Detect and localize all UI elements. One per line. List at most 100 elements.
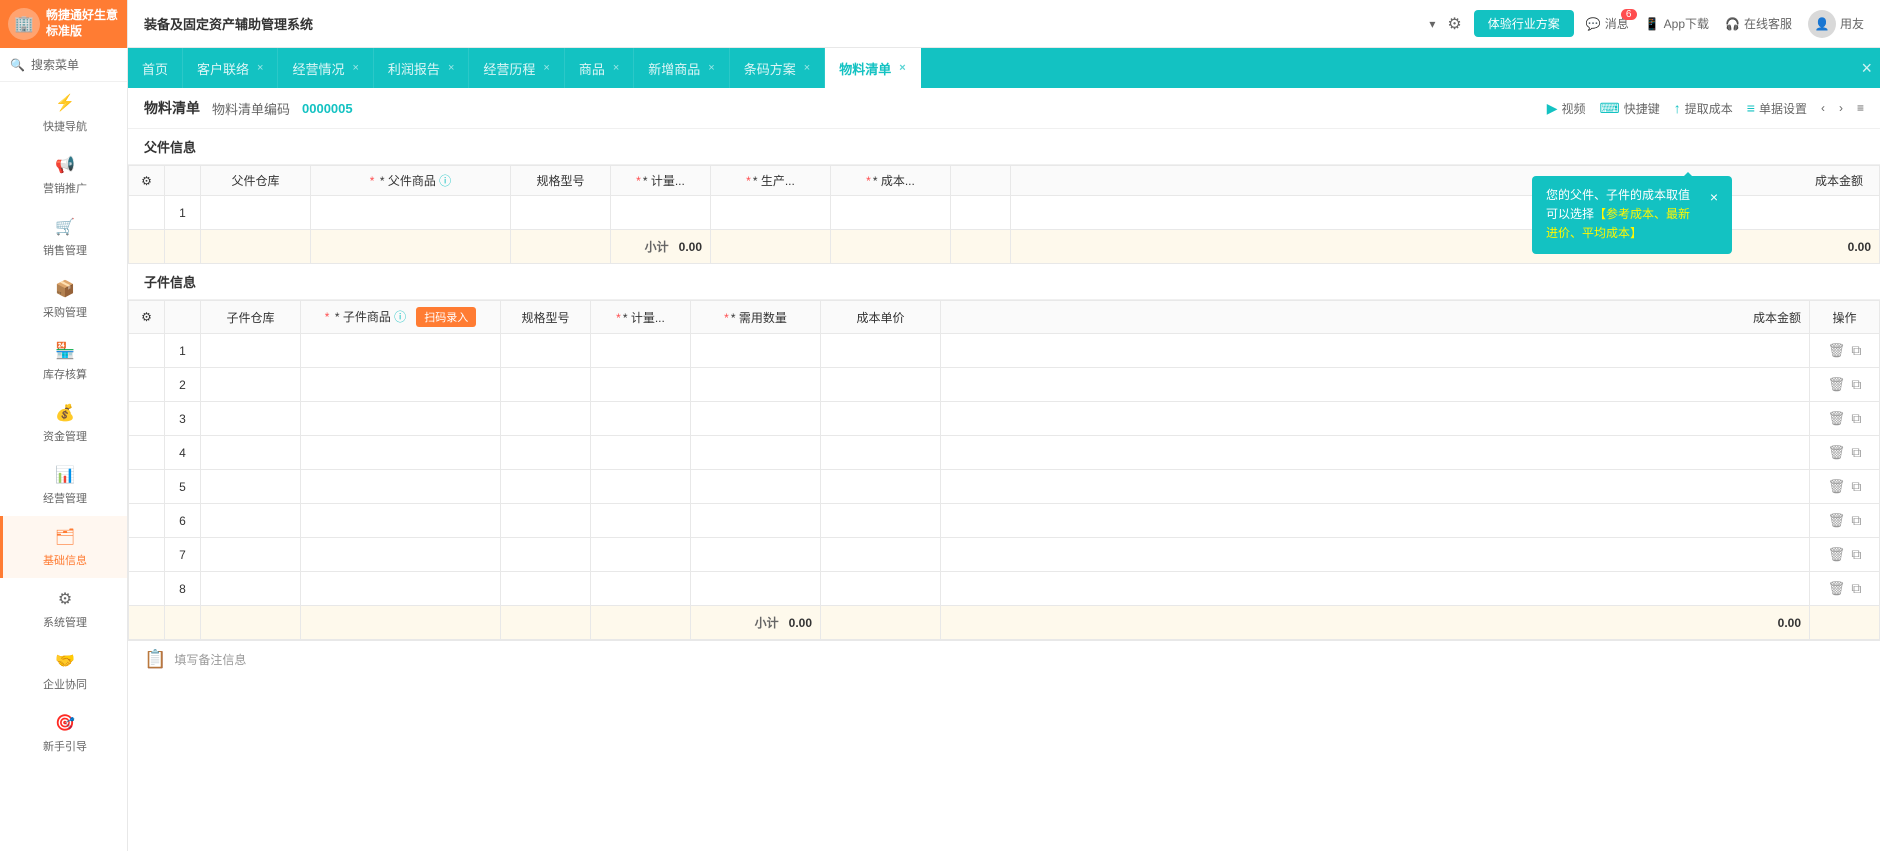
child-row-qty[interactable] xyxy=(691,368,821,402)
child-row-unit[interactable] xyxy=(591,402,691,436)
copy-icon[interactable]: ⧉ xyxy=(1851,410,1861,427)
child-row-unit-cost[interactable] xyxy=(821,504,941,538)
child-row-qty[interactable] xyxy=(691,436,821,470)
online-service-button[interactable]: 🎧 在线客服 xyxy=(1725,15,1792,32)
tab-history[interactable]: 经营历程 × xyxy=(469,48,564,88)
child-row-goods[interactable] xyxy=(301,334,501,368)
sidebar-item-enterprise[interactable]: 🤝 企业协同 xyxy=(0,640,127,702)
video-action[interactable]: ▶ 视频 xyxy=(1547,100,1586,117)
copy-icon[interactable]: ⧉ xyxy=(1851,342,1861,359)
child-row-unit-cost[interactable] xyxy=(821,334,941,368)
child-row-unit[interactable] xyxy=(591,572,691,606)
message-button[interactable]: 💬 消息 6 xyxy=(1586,15,1629,32)
tab-home[interactable]: 首页 xyxy=(128,48,183,88)
child-row-spec[interactable] xyxy=(501,368,591,402)
child-row-qty[interactable] xyxy=(691,572,821,606)
sidebar-item-sales[interactable]: 🛒 销售管理 xyxy=(0,206,127,268)
scan-input-button[interactable]: 扫码录入 xyxy=(416,307,476,327)
child-row-unit-cost[interactable] xyxy=(821,402,941,436)
delete-icon[interactable]: 🗑 xyxy=(1828,546,1846,563)
child-row-goods[interactable] xyxy=(301,504,501,538)
copy-icon[interactable]: ⧉ xyxy=(1851,546,1861,563)
child-row-unit[interactable] xyxy=(591,538,691,572)
child-row-unit-cost[interactable] xyxy=(821,538,941,572)
tab-customer-close[interactable]: × xyxy=(257,62,263,74)
parent-row-goods[interactable] xyxy=(311,196,511,230)
nav-prev-button[interactable]: ‹ xyxy=(1821,101,1825,115)
child-row-warehouse[interactable] xyxy=(201,402,301,436)
parent-row-spec[interactable] xyxy=(511,196,611,230)
tab-operations-close[interactable]: × xyxy=(352,62,358,74)
child-row-warehouse[interactable] xyxy=(201,368,301,402)
child-row-goods[interactable] xyxy=(301,402,501,436)
child-row-goods[interactable] xyxy=(301,368,501,402)
sidebar-search[interactable]: 🔍 搜索菜单 xyxy=(0,48,127,82)
extract-cost-action[interactable]: ↑ 提取成本 xyxy=(1674,100,1733,117)
child-row-spec[interactable] xyxy=(501,538,591,572)
child-row-warehouse[interactable] xyxy=(201,572,301,606)
child-row-unit[interactable] xyxy=(591,470,691,504)
child-row-unit-cost[interactable] xyxy=(821,436,941,470)
child-row-goods[interactable] xyxy=(301,572,501,606)
shortcut-action[interactable]: ⌨ 快捷键 xyxy=(1600,100,1660,117)
child-row-spec[interactable] xyxy=(501,572,591,606)
child-row-unit-cost[interactable] xyxy=(821,470,941,504)
copy-icon[interactable]: ⧉ xyxy=(1851,376,1861,393)
delete-icon[interactable]: 🗑 xyxy=(1828,580,1846,597)
close-all-tabs-button[interactable]: × xyxy=(1861,58,1872,78)
single-settings-action[interactable]: ≡ 单据设置 xyxy=(1747,100,1807,117)
delete-icon[interactable]: 🗑 xyxy=(1828,512,1846,529)
child-row-spec[interactable] xyxy=(501,334,591,368)
sidebar-item-operations[interactable]: 📊 经营管理 xyxy=(0,454,127,516)
child-row-spec[interactable] xyxy=(501,436,591,470)
trial-button[interactable]: 体验行业方案 xyxy=(1474,10,1574,37)
child-row-goods[interactable] xyxy=(301,538,501,572)
sidebar-item-marketing[interactable]: 📢 营销推广 xyxy=(0,144,127,206)
parent-row-warehouse[interactable] xyxy=(201,196,311,230)
delete-icon[interactable]: 🗑 xyxy=(1828,342,1846,359)
child-row-unit[interactable] xyxy=(591,334,691,368)
tab-goods[interactable]: 商品 × xyxy=(565,48,634,88)
child-row-goods[interactable] xyxy=(301,436,501,470)
delete-icon[interactable]: 🗑 xyxy=(1828,410,1846,427)
tab-bom[interactable]: 物料清单 × xyxy=(825,48,920,88)
child-row-qty[interactable] xyxy=(691,470,821,504)
tab-history-close[interactable]: × xyxy=(543,62,549,74)
child-row-unit[interactable] xyxy=(591,436,691,470)
tab-operations[interactable]: 经营情况 × xyxy=(278,48,373,88)
copy-icon[interactable]: ⧉ xyxy=(1851,580,1861,597)
nav-next-button[interactable]: › xyxy=(1839,101,1843,115)
sidebar-item-guide[interactable]: 🎯 新手引导 xyxy=(0,702,127,764)
sidebar-item-inventory[interactable]: 🏪 库存核算 xyxy=(0,330,127,392)
delete-icon[interactable]: 🗑 xyxy=(1828,444,1846,461)
tab-new-goods-close[interactable]: × xyxy=(708,62,714,74)
tooltip-close-button[interactable]: × xyxy=(1710,186,1718,208)
child-row-unit[interactable] xyxy=(591,368,691,402)
sidebar-item-finance[interactable]: 💰 资金管理 xyxy=(0,392,127,454)
copy-icon[interactable]: ⧉ xyxy=(1851,512,1861,529)
child-row-warehouse[interactable] xyxy=(201,436,301,470)
delete-icon[interactable]: 🗑 xyxy=(1828,376,1846,393)
sidebar-item-basic-info[interactable]: 🗂 基础信息 xyxy=(0,516,127,578)
child-row-spec[interactable] xyxy=(501,402,591,436)
tab-profit[interactable]: 利润报告 × xyxy=(374,48,469,88)
tab-new-goods[interactable]: 新增商品 × xyxy=(634,48,729,88)
child-row-qty[interactable] xyxy=(691,334,821,368)
child-row-spec[interactable] xyxy=(501,470,591,504)
child-row-qty[interactable] xyxy=(691,504,821,538)
child-row-warehouse[interactable] xyxy=(201,538,301,572)
child-row-qty[interactable] xyxy=(691,402,821,436)
tab-barcode-close[interactable]: × xyxy=(804,62,810,74)
child-th-settings[interactable]: ⚙ xyxy=(129,301,165,334)
tab-profit-close[interactable]: × xyxy=(448,62,454,74)
tab-bom-close[interactable]: × xyxy=(899,62,905,74)
parent-row-cost[interactable] xyxy=(831,196,951,230)
delete-icon[interactable]: 🗑 xyxy=(1828,478,1846,495)
parent-row-production[interactable] xyxy=(711,196,831,230)
nav-menu-button[interactable]: ≡ xyxy=(1857,101,1864,115)
parent-th-settings[interactable]: ⚙ xyxy=(129,166,165,196)
tab-barcode[interactable]: 条码方案 × xyxy=(730,48,825,88)
child-row-unit-cost[interactable] xyxy=(821,368,941,402)
child-row-qty[interactable] xyxy=(691,538,821,572)
sidebar-item-purchase[interactable]: 📦 采购管理 xyxy=(0,268,127,330)
